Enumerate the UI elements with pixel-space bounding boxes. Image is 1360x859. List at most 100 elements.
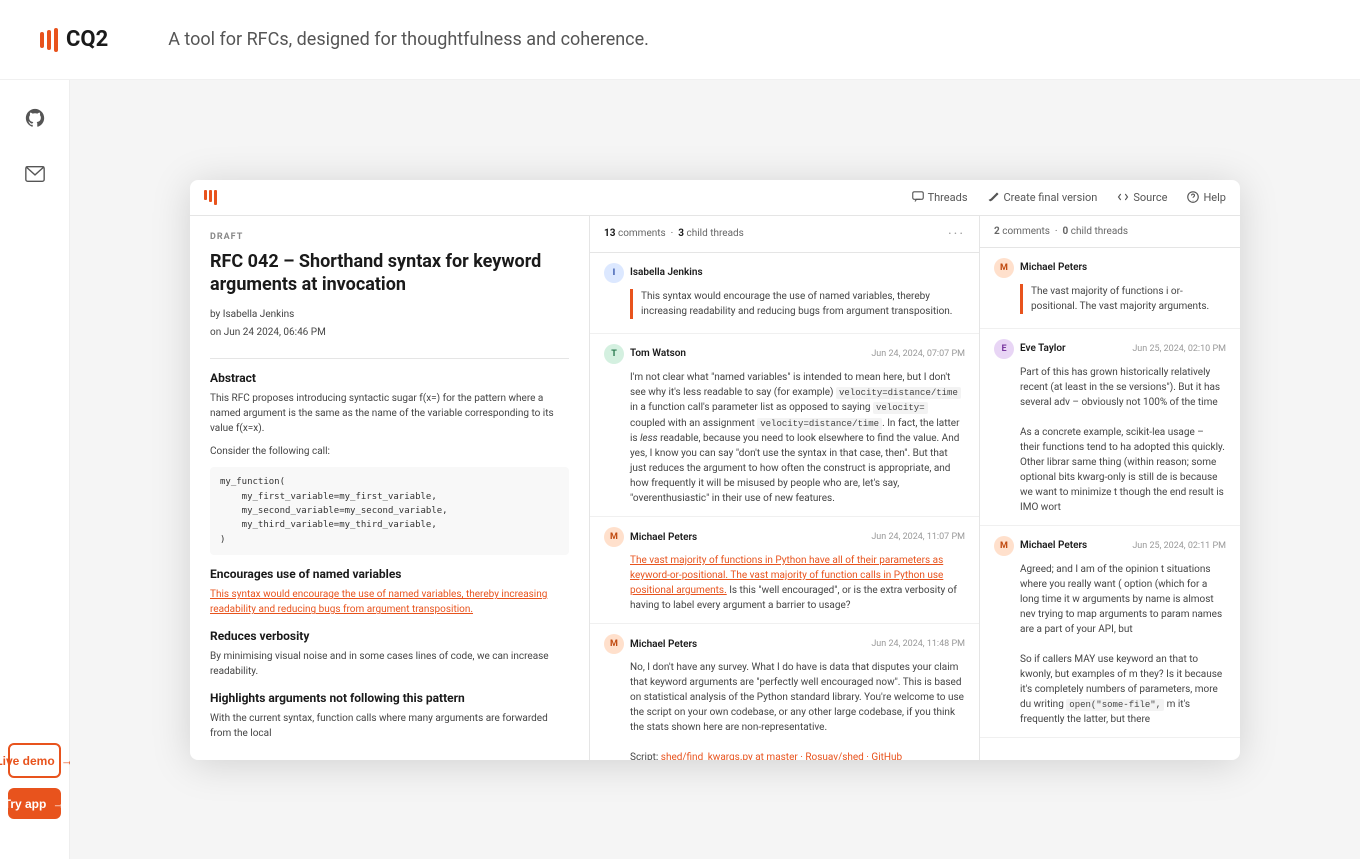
threads-panel: 13 comments · 3 child threads ··· I Isab… [590, 216, 980, 760]
threads-more-button[interactable]: ··· [948, 226, 965, 242]
avatar: T [604, 344, 624, 364]
abstract-text: This RFC proposes introducing syntactic … [210, 391, 569, 436]
thread-item: M Michael Peters Jun 24, 2024, 11:48 PM … [590, 624, 979, 760]
app-bar-3 [214, 190, 217, 205]
thread-body: Part of this has grown historically rela… [994, 365, 1226, 515]
abstract-title: Abstract [210, 371, 569, 385]
right-meta: 2 comments · 0 child threads [994, 226, 1128, 237]
section3-text: With the current syntax, function calls … [210, 711, 569, 741]
thread-author-row: M Michael Peters [994, 258, 1226, 278]
topbar-source[interactable]: Source [1117, 191, 1167, 204]
child-threads-count: 3 [678, 228, 684, 239]
avatar: M [604, 634, 624, 654]
thread-date: Jun 24, 2024, 11:07 PM [871, 532, 965, 542]
thread-body: The vast majority of functions in Python… [604, 553, 965, 613]
thread-quote: The vast majority of functions i or-posi… [1020, 284, 1226, 314]
topbar-source-label: Source [1133, 191, 1167, 204]
logo-bar-3 [54, 28, 58, 52]
avatar: I [604, 263, 624, 283]
header: CQ2 A tool for RFCs, designed for though… [0, 0, 1360, 80]
topbar-threads-label: Threads [928, 191, 968, 204]
topbar-create-final[interactable]: Create final version [988, 191, 1098, 204]
logo-bar-2 [47, 30, 51, 50]
section1-highlighted[interactable]: This syntax would encourage the use of n… [210, 589, 547, 615]
thread-date: Jun 25, 2024, 02:11 PM [1132, 541, 1226, 551]
app-mockup: Threads Create final version Source Help [190, 180, 1240, 760]
doc-meta: by Isabella Jenkins on Jun 24 2024, 06:4… [210, 306, 569, 342]
topbar-help[interactable]: Help [1187, 191, 1226, 204]
threads-header: 13 comments · 3 child threads ··· [590, 216, 979, 253]
logo-text: CQ2 [66, 27, 108, 52]
doc-divider [210, 358, 569, 359]
doc-author: Isabella Jenkins [223, 309, 295, 320]
script-link[interactable]: shed/find_kwargs.py at master · Rosuav/s… [661, 752, 902, 760]
app-bar-1 [204, 190, 207, 200]
thread-author-row: M Michael Peters Jun 25, 2024, 02:11 PM [994, 536, 1226, 556]
right-panel: 2 comments · 0 child threads M Michael P… [980, 216, 1240, 760]
comments-count: 13 [604, 228, 615, 239]
thread-body: Agreed; and I am of the opinion t situat… [994, 562, 1226, 728]
highlighted-text: The vast majority of functions in Python… [630, 555, 943, 596]
sidebar-buttons: Live demo → Try app → [0, 743, 69, 839]
code-block: my_function( my_first_variable=my_first_… [210, 467, 569, 555]
section1-title: Encourages use of named variables [210, 567, 569, 581]
right-comments-count: 2 [994, 226, 1000, 237]
right-child-count: 0 [1063, 226, 1069, 237]
thread-item: M Michael Peters Jun 24, 2024, 11:07 PM … [590, 517, 979, 624]
code-snippet: open("some-file", [1066, 699, 1164, 711]
right-comments-label: comments [1002, 226, 1050, 237]
thread-author-name: Michael Peters [630, 532, 697, 543]
thread-item: I Isabella Jenkins This syntax would enc… [590, 253, 979, 334]
thread-quote: This syntax would encourage the use of n… [630, 289, 965, 319]
thread-date: Jun 24, 2024, 11:48 PM [871, 639, 965, 649]
thread-author-row: T Tom Watson Jun 24, 2024, 07:07 PM [604, 344, 965, 364]
live-demo-button[interactable]: Live demo → [8, 743, 61, 778]
section2-title: Reduces verbosity [210, 629, 569, 643]
by-label: by [210, 309, 220, 320]
thread-author-name: Isabella Jenkins [630, 267, 703, 278]
app-logo-bars-small-icon [204, 190, 217, 205]
code-snippet: velocity= [873, 402, 928, 414]
topbar-create-final-label: Create final version [1004, 191, 1098, 204]
thread-item: T Tom Watson Jun 24, 2024, 07:07 PM I'm … [590, 334, 979, 518]
thread-date: Jun 24, 2024, 07:07 PM [871, 349, 965, 359]
tagline: A tool for RFCs, designed for thoughtful… [168, 29, 649, 50]
thread-author-name: Michael Peters [630, 639, 697, 650]
avatar: M [994, 536, 1014, 556]
thread-item: E Eve Taylor Jun 25, 2024, 02:10 PM Part… [980, 329, 1240, 526]
mail-icon[interactable] [17, 156, 53, 192]
avatar: M [994, 258, 1014, 278]
thread-author-name: Michael Peters [1020, 262, 1087, 273]
section2-text: By minimising visual noise and in some c… [210, 649, 569, 679]
thread-body: This syntax would encourage the use of n… [604, 289, 965, 319]
thread-body: The vast majority of functions i or-posi… [994, 284, 1226, 314]
code-snippet: velocity=distance/time [757, 418, 882, 430]
thread-item: M Michael Peters The vast majority of fu… [980, 248, 1240, 329]
doc-title: RFC 042 – Shorthand syntax for keyword a… [210, 250, 569, 297]
child-threads-label: child threads [686, 228, 743, 239]
thread-author-row: M Michael Peters Jun 24, 2024, 11:48 PM [604, 634, 965, 654]
thread-item: M Michael Peters Jun 25, 2024, 02:11 PM … [980, 526, 1240, 739]
thread-body: I'm not clear what "named variables" is … [604, 370, 965, 507]
comments-label: comments [618, 228, 666, 239]
logo: CQ2 [40, 27, 108, 52]
on-label: on [210, 327, 221, 338]
logo-bar-1 [40, 32, 44, 48]
try-app-arrow-icon: → [52, 796, 65, 811]
avatar: M [604, 527, 624, 547]
thread-author-name: Tom Watson [630, 348, 686, 359]
app-topbar: Threads Create final version Source Help [190, 180, 1240, 216]
thread-author-name: Michael Peters [1020, 540, 1087, 551]
screenshot-area: Threads Create final version Source Help [70, 80, 1360, 859]
app-body: DRAFT RFC 042 – Shorthand syntax for key… [190, 216, 1240, 760]
draft-badge: DRAFT [210, 232, 569, 242]
thread-author-name: Eve Taylor [1020, 343, 1066, 354]
topbar-threads[interactable]: Threads [912, 191, 968, 204]
section1-text: This syntax would encourage the use of n… [210, 587, 569, 617]
main: Live demo → Try app → [0, 80, 1360, 859]
try-app-button[interactable]: Try app → [8, 788, 61, 819]
consider-label: Consider the following call: [210, 444, 569, 459]
topbar-help-label: Help [1203, 191, 1226, 204]
document-panel: DRAFT RFC 042 – Shorthand syntax for key… [190, 216, 590, 760]
github-icon[interactable] [17, 100, 53, 136]
